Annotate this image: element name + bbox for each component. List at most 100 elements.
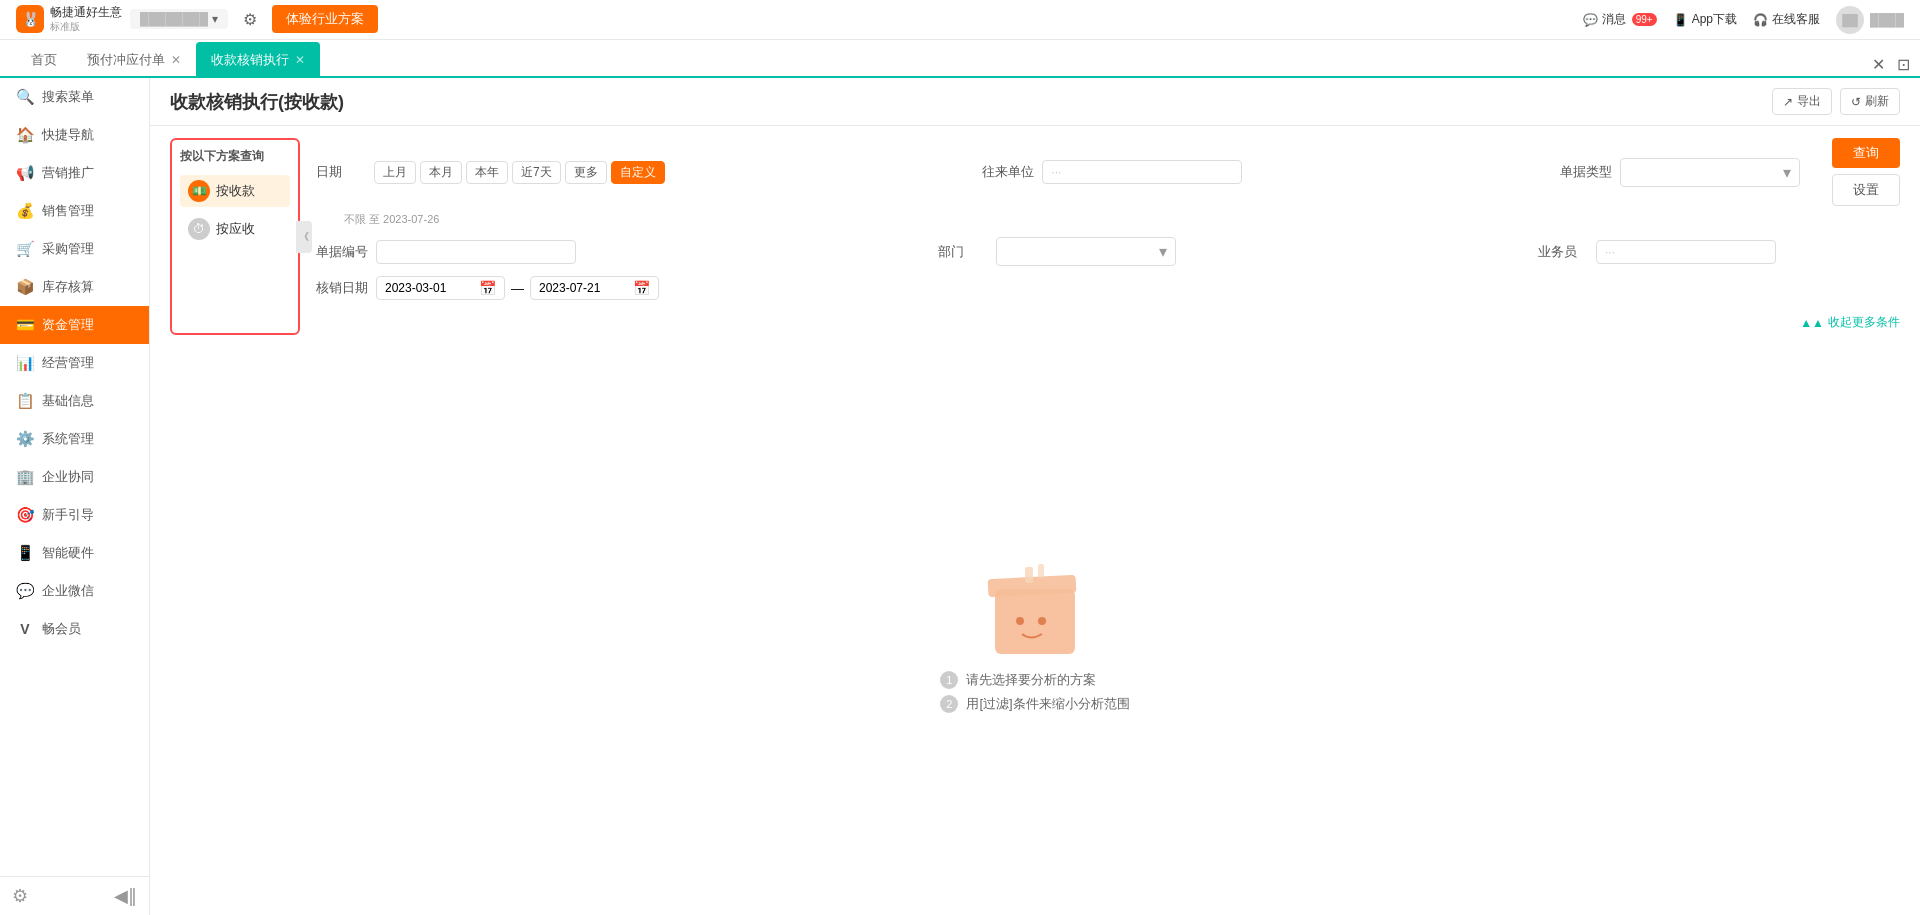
- filter-option-receivable-label: 按应收: [216, 220, 255, 238]
- settings-icon[interactable]: ⚙: [236, 5, 264, 33]
- purchase-icon: 🛒: [16, 240, 34, 258]
- tab-prepay[interactable]: 预付冲应付单 ✕: [72, 42, 196, 76]
- empty-hint-1-text: 请先选择要分析的方案: [966, 671, 1096, 689]
- header-right: 💬 消息 99+ 📱 App下载 🎧 在线客服 ██ ████: [1583, 6, 1904, 34]
- app-download-label: App下载: [1692, 11, 1737, 28]
- sales-icon: 💰: [16, 202, 34, 220]
- partner-select[interactable]: ···: [1042, 160, 1242, 184]
- app-download-button[interactable]: 📱 App下载: [1673, 11, 1737, 28]
- verify-date-start-input[interactable]: [385, 281, 475, 295]
- svg-point-3: [1038, 617, 1046, 625]
- calendar-start-icon[interactable]: 📅: [479, 280, 496, 296]
- staff-select[interactable]: ···: [1596, 240, 1776, 264]
- tab-bar: 首页 预付冲应付单 ✕ 收款核销执行 ✕ ✕ ⊡: [0, 40, 1920, 78]
- tab-prepay-close[interactable]: ✕: [171, 53, 181, 67]
- sidebar-item-finance[interactable]: 💳 资金管理: [0, 306, 149, 344]
- filter-settings-button[interactable]: 设置: [1832, 174, 1900, 206]
- sidebar-label-wechat: 企业微信: [42, 582, 94, 600]
- calendar-end-icon[interactable]: 📅: [633, 280, 650, 296]
- tab-close-all-icon[interactable]: ✕: [1870, 53, 1887, 76]
- message-button[interactable]: 💬 消息 99+: [1583, 11, 1657, 28]
- sidebar-item-wechat[interactable]: 💬 企业微信: [0, 572, 149, 610]
- date-hint-row: 不限 至 2023-07-26: [344, 210, 1900, 227]
- svg-rect-5: [1038, 564, 1044, 578]
- date-btn-this-year[interactable]: 本年: [466, 161, 508, 184]
- sidebar-label-enterprise: 企业协同: [42, 468, 94, 486]
- sidebar-item-hardware[interactable]: 📱 智能硬件: [0, 534, 149, 572]
- date-btn-this-month[interactable]: 本月: [420, 161, 462, 184]
- filter-staff-field: 业务员 ···: [1538, 240, 1776, 264]
- brand-info: 畅捷通好生意 标准版: [50, 5, 122, 33]
- tab-bar-actions: ✕ ⊡: [1870, 53, 1920, 76]
- phone-icon: 📱: [1673, 13, 1688, 27]
- sidebar-item-operations[interactable]: 📊 经营管理: [0, 344, 149, 382]
- refresh-label: 刷新: [1865, 93, 1889, 110]
- query-button[interactable]: 查询: [1832, 138, 1900, 168]
- tab-collection-close[interactable]: ✕: [295, 53, 305, 67]
- hardware-icon: 📱: [16, 544, 34, 562]
- tab-collection[interactable]: 收款核销执行 ✕: [196, 42, 320, 76]
- sidebar-item-basicinfo[interactable]: 📋 基础信息: [0, 382, 149, 420]
- filter-sidebar-collapse[interactable]: 《: [296, 221, 312, 253]
- docno-input[interactable]: [376, 240, 576, 264]
- message-icon: 💬: [1583, 13, 1598, 27]
- collapse-sidebar-icon[interactable]: ◀‖: [114, 885, 137, 907]
- filter-option-collection[interactable]: 💵 按收款: [180, 175, 290, 207]
- sidebar-item-sales[interactable]: 💰 销售管理: [0, 192, 149, 230]
- date-range-separator: —: [511, 281, 524, 296]
- tab-prepay-label: 预付冲应付单: [87, 51, 165, 69]
- sidebar-item-purchase[interactable]: 🛒 采购管理: [0, 230, 149, 268]
- date-label: 日期: [316, 163, 366, 181]
- user-area: ██ ████: [1836, 6, 1904, 34]
- sidebar-label-quicknav: 快捷导航: [42, 126, 94, 144]
- sidebar-item-inventory[interactable]: 📦 库存核算: [0, 268, 149, 306]
- verifydate-label: 核销日期: [316, 279, 368, 297]
- filter-main: 日期 上月 本月 本年 近7天 更多 自定义: [316, 138, 1900, 335]
- date-btn-last-month[interactable]: 上月: [374, 161, 416, 184]
- enterprise-icon: 🏢: [16, 468, 34, 486]
- sidebar: 🔍 搜索菜单 🏠 快捷导航 📢 营销推广 💰 销售管理 🛒 采购管理 📦 库存核…: [0, 78, 150, 915]
- tab-home-label: 首页: [31, 51, 57, 69]
- doctype-select[interactable]: ▾: [1620, 158, 1800, 187]
- company-selector[interactable]: ████████ ▾: [130, 9, 228, 29]
- sidebar-item-system[interactable]: ⚙️ 系统管理: [0, 420, 149, 458]
- filter-row-2: 单据编号 部门 ▾ 业务员: [316, 237, 1900, 266]
- filter-layout: 按以下方案查询 💵 按收款 ⏱ 按应收 《: [170, 138, 1900, 335]
- sidebar-item-enterprise[interactable]: 🏢 企业协同: [0, 458, 149, 496]
- page-header: 收款核销执行(按收款) ↗ 导出 ↺ 刷新: [150, 78, 1920, 126]
- verify-date-start-wrapper: 📅: [376, 276, 505, 300]
- export-button[interactable]: ↗ 导出: [1772, 88, 1832, 115]
- verify-date-end-input[interactable]: [539, 281, 629, 295]
- sidebar-bottom: ⚙ ◀‖: [0, 876, 149, 915]
- page-actions: ↗ 导出 ↺ 刷新: [1772, 88, 1900, 115]
- svg-point-2: [1016, 617, 1024, 625]
- industry-button[interactable]: 体验行业方案: [272, 5, 378, 33]
- sidebar-item-marketing[interactable]: 📢 营销推广: [0, 154, 149, 192]
- receivable-option-icon: ⏱: [188, 218, 210, 240]
- tab-home[interactable]: 首页: [16, 42, 72, 76]
- filter-option-receivable[interactable]: ⏱ 按应收: [180, 213, 290, 245]
- system-icon: ⚙️: [16, 430, 34, 448]
- settings-bottom-icon[interactable]: ⚙: [12, 885, 28, 907]
- dept-select[interactable]: ▾: [996, 237, 1176, 266]
- verify-date-range: 📅 — 📅: [376, 276, 659, 300]
- sidebar-item-search[interactable]: 🔍 搜索菜单: [0, 78, 149, 116]
- service-label: 在线客服: [1772, 11, 1820, 28]
- online-service-button[interactable]: 🎧 在线客服: [1753, 11, 1820, 28]
- filter-row-3: 核销日期 📅 — 📅: [316, 276, 1900, 300]
- refresh-button[interactable]: ↺ 刷新: [1840, 88, 1900, 115]
- date-btn-custom[interactable]: 自定义: [611, 161, 665, 184]
- svg-rect-0: [995, 589, 1075, 654]
- sidebar-item-quicknav[interactable]: 🏠 快捷导航: [0, 116, 149, 154]
- marketing-icon: 📢: [16, 164, 34, 182]
- filter-docno-field: 单据编号: [316, 240, 576, 264]
- sidebar-item-member[interactable]: V 畅会员: [0, 610, 149, 648]
- date-btn-7days[interactable]: 近7天: [512, 161, 561, 184]
- date-btn-more[interactable]: 更多: [565, 161, 607, 184]
- tab-fullscreen-icon[interactable]: ⊡: [1895, 53, 1912, 76]
- page-title-row: 收款核销执行(按收款) ↗ 导出 ↺ 刷新: [170, 88, 1900, 115]
- member-icon: V: [16, 621, 34, 637]
- sidebar-item-guide[interactable]: 🎯 新手引导: [0, 496, 149, 534]
- filter-row-1: 日期 上月 本月 本年 近7天 更多 自定义: [316, 138, 1900, 206]
- collapse-more-button[interactable]: ▲▲ 收起更多条件: [316, 310, 1900, 335]
